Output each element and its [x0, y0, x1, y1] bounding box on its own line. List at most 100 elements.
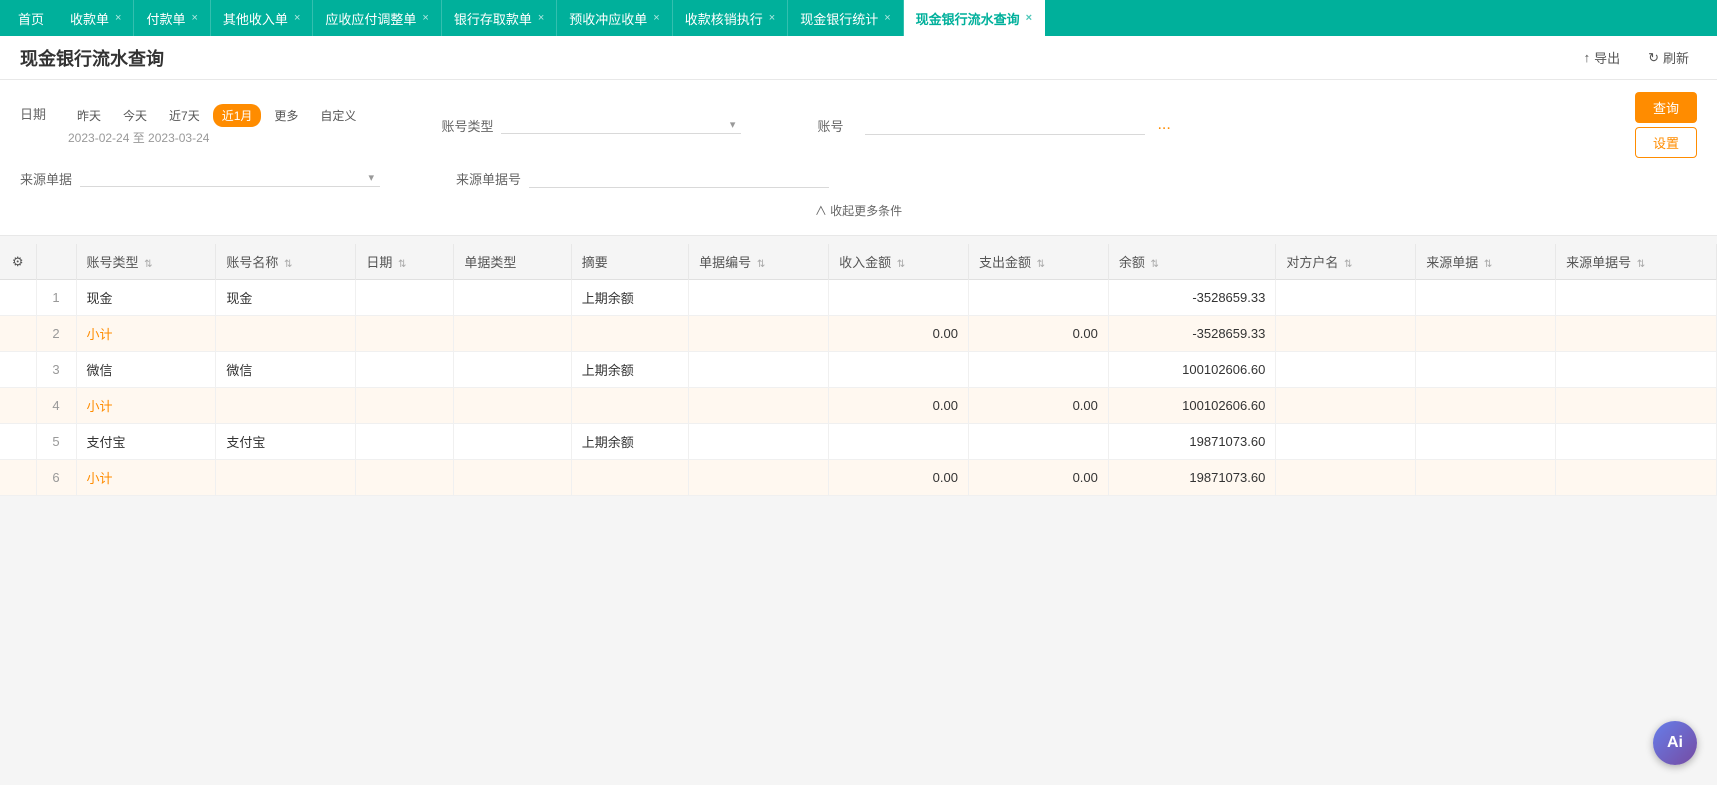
row-summary: 上期余额 — [571, 424, 688, 460]
row-doc-type — [454, 280, 571, 316]
page-title: 现金银行流水查询 — [20, 45, 164, 71]
row-index: 3 — [36, 352, 76, 388]
row-gear-cell — [0, 460, 36, 496]
sort-icon: ⇅ — [144, 259, 152, 270]
close-icon[interactable]: × — [422, 12, 428, 24]
account-label: 账号 — [817, 116, 857, 135]
row-date — [356, 352, 454, 388]
close-icon[interactable]: × — [294, 12, 300, 24]
refresh-button[interactable]: ↻ 刷新 — [1640, 44, 1697, 71]
sort-icon: ⇅ — [284, 259, 292, 270]
table-row: 1 现金 现金 上期余额 -3528659.33 — [0, 280, 1717, 316]
row-account-name — [216, 388, 356, 424]
nav-tab-8[interactable]: 现金银行流水查询 × — [904, 0, 1045, 36]
col-account-name[interactable]: 账号名称 ⇅ — [216, 244, 356, 280]
source-doc-select[interactable]: ▾ — [80, 169, 380, 187]
row-account-name — [216, 316, 356, 352]
account-input[interactable] — [865, 115, 1145, 135]
row-account-type: 小计 — [76, 316, 216, 352]
col-source-doc[interactable]: 来源单据 ⇅ — [1416, 244, 1556, 280]
row-gear-cell — [0, 280, 36, 316]
source-doc-num-input[interactable] — [529, 168, 829, 188]
row-income — [829, 352, 969, 388]
date-btn-7days[interactable]: 近7天 — [160, 104, 209, 127]
top-navigation: 首页 收款单 × 付款单 × 其他收入单 × 应收应付调整单 × 银行存取款单 … — [0, 0, 1717, 36]
row-source-doc — [1416, 280, 1556, 316]
row-source-doc — [1416, 352, 1556, 388]
close-icon[interactable]: × — [115, 12, 121, 24]
date-buttons: 昨天 今天 近7天 近1月 更多 自定义 — [68, 104, 365, 127]
row-source-doc-num — [1556, 352, 1717, 388]
row-source-doc-num — [1556, 424, 1717, 460]
row-gear-cell — [0, 352, 36, 388]
account-type-filter: 账号类型 ▾ — [441, 116, 741, 135]
query-button[interactable]: 查询 — [1635, 92, 1697, 123]
col-expense[interactable]: 支出金额 ⇅ — [968, 244, 1108, 280]
col-balance[interactable]: 余额 ⇅ — [1108, 244, 1275, 280]
nav-tab-4[interactable]: 银行存取款单 × — [442, 0, 557, 36]
date-label: 日期 — [20, 104, 60, 123]
row-balance: 19871073.60 — [1108, 424, 1275, 460]
row-doc-type — [454, 388, 571, 424]
col-account-type[interactable]: 账号类型 ⇅ — [76, 244, 216, 280]
row-expense: 0.00 — [968, 460, 1108, 496]
col-gear[interactable]: ⚙ — [0, 244, 36, 280]
data-table-container: ⚙ 账号类型 ⇅ 账号名称 ⇅ 日期 ⇅ 单据类型 摘要 单据编号 — [0, 244, 1717, 496]
row-doc-type — [454, 424, 571, 460]
row-expense: 0.00 — [968, 388, 1108, 424]
date-btn-today[interactable]: 今天 — [114, 104, 156, 127]
col-doc-num[interactable]: 单据编号 ⇅ — [689, 244, 829, 280]
sort-icon: ⇅ — [1037, 259, 1045, 270]
row-counterparty — [1276, 388, 1416, 424]
sort-icon: ⇅ — [398, 259, 406, 270]
close-icon[interactable]: × — [769, 12, 775, 24]
close-icon[interactable]: × — [538, 12, 544, 24]
date-filter: 日期 昨天 今天 近7天 近1月 更多 自定义 2023-02-24 至 202… — [20, 104, 365, 146]
ai-assistant-button[interactable]: Ai — [1653, 721, 1697, 765]
collapse-bar[interactable]: ∧ 收起更多条件 — [20, 198, 1697, 223]
source-doc-num-label: 来源单据号 — [456, 169, 521, 188]
col-source-doc-num[interactable]: 来源单据号 ⇅ — [1556, 244, 1717, 280]
action-buttons: 查询 设置 — [1635, 92, 1697, 158]
header-actions: ↑ 导出 ↻ 刷新 — [1576, 44, 1697, 71]
nav-tab-5[interactable]: 预收冲应收单 × — [557, 0, 672, 36]
close-icon[interactable]: × — [884, 12, 890, 24]
nav-tab-1[interactable]: 付款单 × — [134, 0, 210, 36]
col-income[interactable]: 收入金额 ⇅ — [829, 244, 969, 280]
date-btn-more[interactable]: 更多 — [265, 104, 307, 127]
nav-tab-7[interactable]: 现金银行统计 × — [788, 0, 903, 36]
row-index: 2 — [36, 316, 76, 352]
col-date[interactable]: 日期 ⇅ — [356, 244, 454, 280]
row-account-type: 支付宝 — [76, 424, 216, 460]
account-dots-button[interactable]: ... — [1153, 116, 1174, 134]
close-icon[interactable]: × — [191, 12, 197, 24]
row-income: 0.00 — [829, 316, 969, 352]
sort-icon: ⇅ — [1344, 259, 1352, 270]
date-btn-yesterday[interactable]: 昨天 — [68, 104, 110, 127]
sort-icon: ⇅ — [1637, 259, 1645, 270]
close-icon[interactable]: × — [1026, 12, 1032, 24]
close-icon[interactable]: × — [653, 12, 659, 24]
row-doc-type — [454, 316, 571, 352]
nav-home[interactable]: 首页 — [4, 0, 58, 36]
col-counterparty[interactable]: 对方户名 ⇅ — [1276, 244, 1416, 280]
row-income: 0.00 — [829, 388, 969, 424]
row-doc-num — [689, 352, 829, 388]
account-type-select[interactable]: ▾ — [501, 116, 741, 134]
nav-tab-2[interactable]: 其他收入单 × — [211, 0, 313, 36]
row-income — [829, 424, 969, 460]
export-button[interactable]: ↑ 导出 — [1576, 44, 1629, 71]
date-btn-custom[interactable]: 自定义 — [311, 104, 365, 127]
row-expense: 0.00 — [968, 316, 1108, 352]
nav-tab-0[interactable]: 收款单 × — [58, 0, 134, 36]
row-account-name: 微信 — [216, 352, 356, 388]
row-expense — [968, 352, 1108, 388]
date-btn-1month[interactable]: 近1月 — [213, 104, 262, 127]
row-income — [829, 280, 969, 316]
settings-button[interactable]: 设置 — [1635, 127, 1697, 158]
nav-tab-6[interactable]: 收款核销执行 × — [673, 0, 788, 36]
account-type-label: 账号类型 — [441, 116, 493, 135]
row-date — [356, 280, 454, 316]
row-balance: 100102606.60 — [1108, 388, 1275, 424]
nav-tab-3[interactable]: 应收应付调整单 × — [313, 0, 441, 36]
